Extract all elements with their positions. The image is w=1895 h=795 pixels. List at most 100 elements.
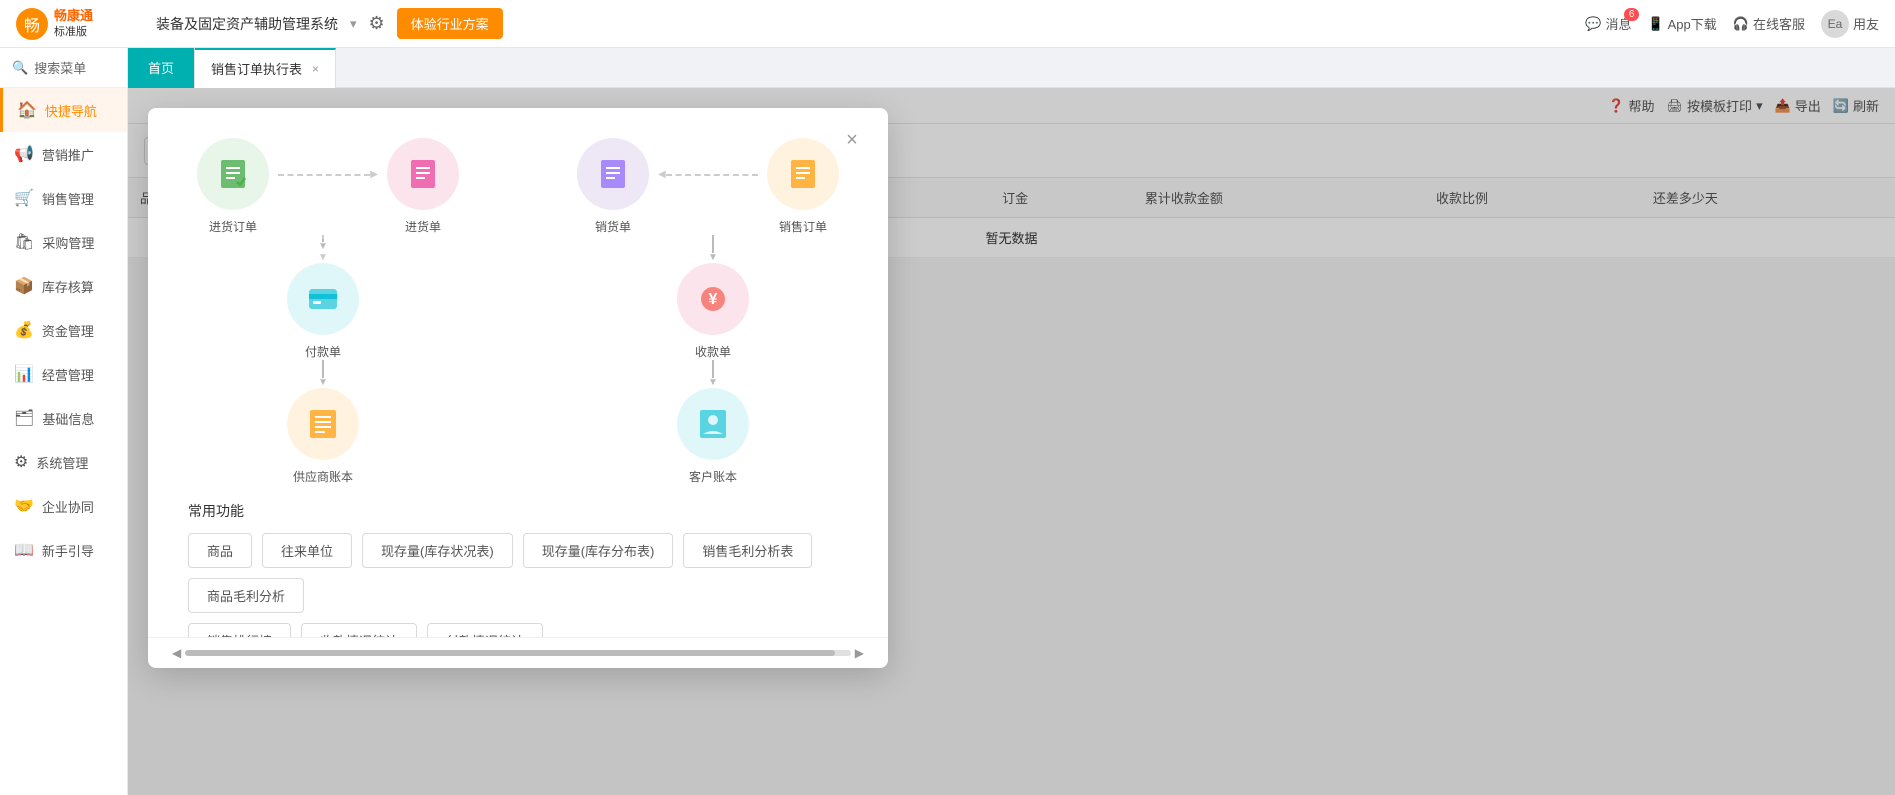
supplier-account-circle <box>287 388 359 460</box>
flow-modal: × <box>148 108 888 668</box>
purchase-icon: 🛍 <box>14 232 34 252</box>
scrollbar-thumb[interactable] <box>185 650 835 656</box>
corp-icon: 🤝 <box>14 496 34 516</box>
tab-close-icon[interactable]: × <box>312 62 319 76</box>
user-area[interactable]: Ea 用友 <box>1821 10 1879 38</box>
sidebar-item-system[interactable]: ⚙ 系统管理 <box>0 440 127 484</box>
sales-bill-circle <box>577 138 649 210</box>
flow-node-customer-account[interactable]: 客户账本 <box>677 388 749 485</box>
system-title: 装备及固定资产辅助管理系统 <box>156 14 338 34</box>
common-title: 常用功能 <box>188 501 848 521</box>
finance-icon: 💰 <box>14 320 34 340</box>
tab-bar: 首页 销售订单执行表 × <box>128 48 1895 88</box>
func-btn-product[interactable]: 商品 <box>188 533 252 568</box>
avatar: Ea <box>1821 10 1849 38</box>
flow-col-payment: ▼ 付款单 <box>278 235 368 360</box>
func-btn-product-gross[interactable]: 商品毛利分析 <box>188 578 304 613</box>
flow-diagram: 进货订单 进货单 <box>188 138 848 485</box>
logo-area: 畅 畅康通 标准版 <box>16 8 144 40</box>
scrollbar-track[interactable] <box>185 650 851 656</box>
flow-node-receipt[interactable]: ¥ 收款单 <box>677 263 749 360</box>
arrow-1 <box>278 169 378 180</box>
online-service-btn[interactable]: 🎧 在线客服 <box>1733 14 1805 33</box>
purchase-order-circle <box>197 138 269 210</box>
scroll-right-arrow[interactable]: ▶ <box>851 646 868 660</box>
search-icon: 🔍 <box>12 60 28 76</box>
flow-node-supplier-account[interactable]: 供应商账本 <box>287 388 359 485</box>
flow-top-row: 进货订单 进货单 <box>188 138 848 235</box>
modal-footer-scroll: ◀ ▶ <box>148 637 888 668</box>
topbar-right: 💬 消息 6 📱 App下载 🎧 在线客服 Ea 用友 <box>1585 10 1879 38</box>
message-icon: 💬 <box>1585 16 1601 32</box>
flow-node-purchase-order[interactable]: 进货订单 <box>188 138 278 235</box>
sidebar-item-inventory[interactable]: 📦 库存核算 <box>0 264 127 308</box>
svg-text:¥: ¥ <box>709 291 718 308</box>
scroll-left-arrow[interactable]: ◀ <box>168 646 185 660</box>
func-btn-sales-gross[interactable]: 销售毛利分析表 <box>683 533 812 568</box>
modal-body: 进货订单 进货单 <box>148 108 888 637</box>
sidebar-item-purchase[interactable]: 🛍 采购管理 <box>0 220 127 264</box>
title-dropdown-icon[interactable]: ▾ <box>350 16 357 32</box>
arrow-down-4: ▼ <box>708 360 718 388</box>
modal-overlay[interactable]: × <box>128 88 1895 795</box>
sidebar-item-basic[interactable]: 🗂 基础信息 <box>0 396 127 440</box>
sidebar-item-newbie[interactable]: 📖 新手引导 <box>0 528 127 572</box>
func-buttons-row2: 销售排行榜 收款情况统计 付款情况统计 <box>188 623 848 637</box>
newbie-icon: 📖 <box>14 540 34 560</box>
func-btn-stock-dist[interactable]: 现存量(库存分布表) <box>523 533 674 568</box>
top-bar: 畅 畅康通 标准版 装备及固定资产辅助管理系统 ▾ ⚙ 体验行业方案 💬 消息 … <box>0 0 1895 48</box>
search-menu-btn[interactable]: 🔍 搜索菜单 <box>0 48 127 88</box>
func-btn-payment-stats[interactable]: 付款情况统计 <box>427 623 543 637</box>
logo-text: 畅康通 标准版 <box>54 8 93 39</box>
sidebar-item-sales[interactable]: 🛒 销售管理 <box>0 176 127 220</box>
flow-node-sales-bill[interactable]: 销货单 <box>568 138 658 235</box>
service-icon: 🎧 <box>1733 16 1749 32</box>
receipt-circle: ¥ <box>677 263 749 335</box>
home-icon: 🏠 <box>17 100 37 120</box>
flow-middle-row: ▼ 付款单 <box>188 235 848 360</box>
settings-icon[interactable]: ⚙ <box>369 13 385 34</box>
app-download-btn[interactable]: 📱 App下载 <box>1647 14 1716 33</box>
logo-icon: 畅 <box>16 8 48 40</box>
func-btn-receipt-stats[interactable]: 收款情况统计 <box>301 623 417 637</box>
system-icon: ⚙ <box>14 452 28 472</box>
download-icon: 📱 <box>1647 16 1663 32</box>
payment-circle <box>287 263 359 335</box>
sidebar-item-finance[interactable]: 💰 资金管理 <box>0 308 127 352</box>
purchase-bill-circle <box>387 138 459 210</box>
flow-node-purchase-bill[interactable]: 进货单 <box>378 138 468 235</box>
arrow-2 <box>658 169 758 180</box>
trial-button[interactable]: 体验行业方案 <box>397 8 503 39</box>
sidebar: 🔍 搜索菜单 🏠 快捷导航 📢 营销推广 🛒 销售管理 🛍 采购管理 📦 <box>0 48 128 795</box>
flow-bottom-row: ▼ 供应商账本 <box>188 360 848 485</box>
message-badge: 6 <box>1624 8 1640 21</box>
sidebar-item-quick-nav[interactable]: 🏠 快捷导航 <box>0 88 127 132</box>
operation-icon: 📊 <box>14 364 34 384</box>
sales-icon: 🛒 <box>14 188 34 208</box>
tab-sales-order-exec[interactable]: 销售订单执行表 × <box>195 48 336 88</box>
func-buttons: 商品 往来单位 现存量(库存状况表) 现存量(库存分布表) 销售毛利分析表 商品… <box>188 533 848 613</box>
sidebar-item-operation[interactable]: 📊 经营管理 <box>0 352 127 396</box>
func-btn-stock-status[interactable]: 现存量(库存状况表) <box>362 533 513 568</box>
arrow-down-2: ▼ <box>708 235 718 263</box>
flow-col-supplier: ▼ 供应商账本 <box>278 360 368 485</box>
inventory-icon: 📦 <box>14 276 34 296</box>
content-area: 首页 销售订单执行表 × ❓ 帮助 🖨 <box>128 48 1895 795</box>
modal-close-btn[interactable]: × <box>828 116 876 164</box>
marketing-icon: 📢 <box>14 144 34 164</box>
flow-col-customer: ▼ 客户账本 <box>668 360 758 485</box>
tab-home[interactable]: 首页 <box>128 48 195 88</box>
func-btn-sales-rank[interactable]: 销售排行榜 <box>188 623 291 637</box>
sidebar-item-corp[interactable]: 🤝 企业协同 <box>0 484 127 528</box>
page-content: ❓ 帮助 🖨 按模板打印 ▾ 📤 导出 🔄 <box>128 88 1895 795</box>
common-functions: 常用功能 商品 往来单位 现存量(库存状况表) 现存量(库存分布表) 销售毛利分… <box>188 501 848 637</box>
flow-col-receipt: ▼ ¥ 收款单 <box>668 235 758 360</box>
arrow-down-1: ▼ <box>318 235 328 263</box>
arrow-down-3: ▼ <box>318 360 328 388</box>
message-btn[interactable]: 💬 消息 6 <box>1585 14 1631 33</box>
func-btn-partner[interactable]: 往来单位 <box>262 533 352 568</box>
basic-icon: 🗂 <box>14 408 34 428</box>
sidebar-item-marketing[interactable]: 📢 营销推广 <box>0 132 127 176</box>
customer-account-circle <box>677 388 749 460</box>
flow-node-payment[interactable]: 付款单 <box>287 263 359 360</box>
